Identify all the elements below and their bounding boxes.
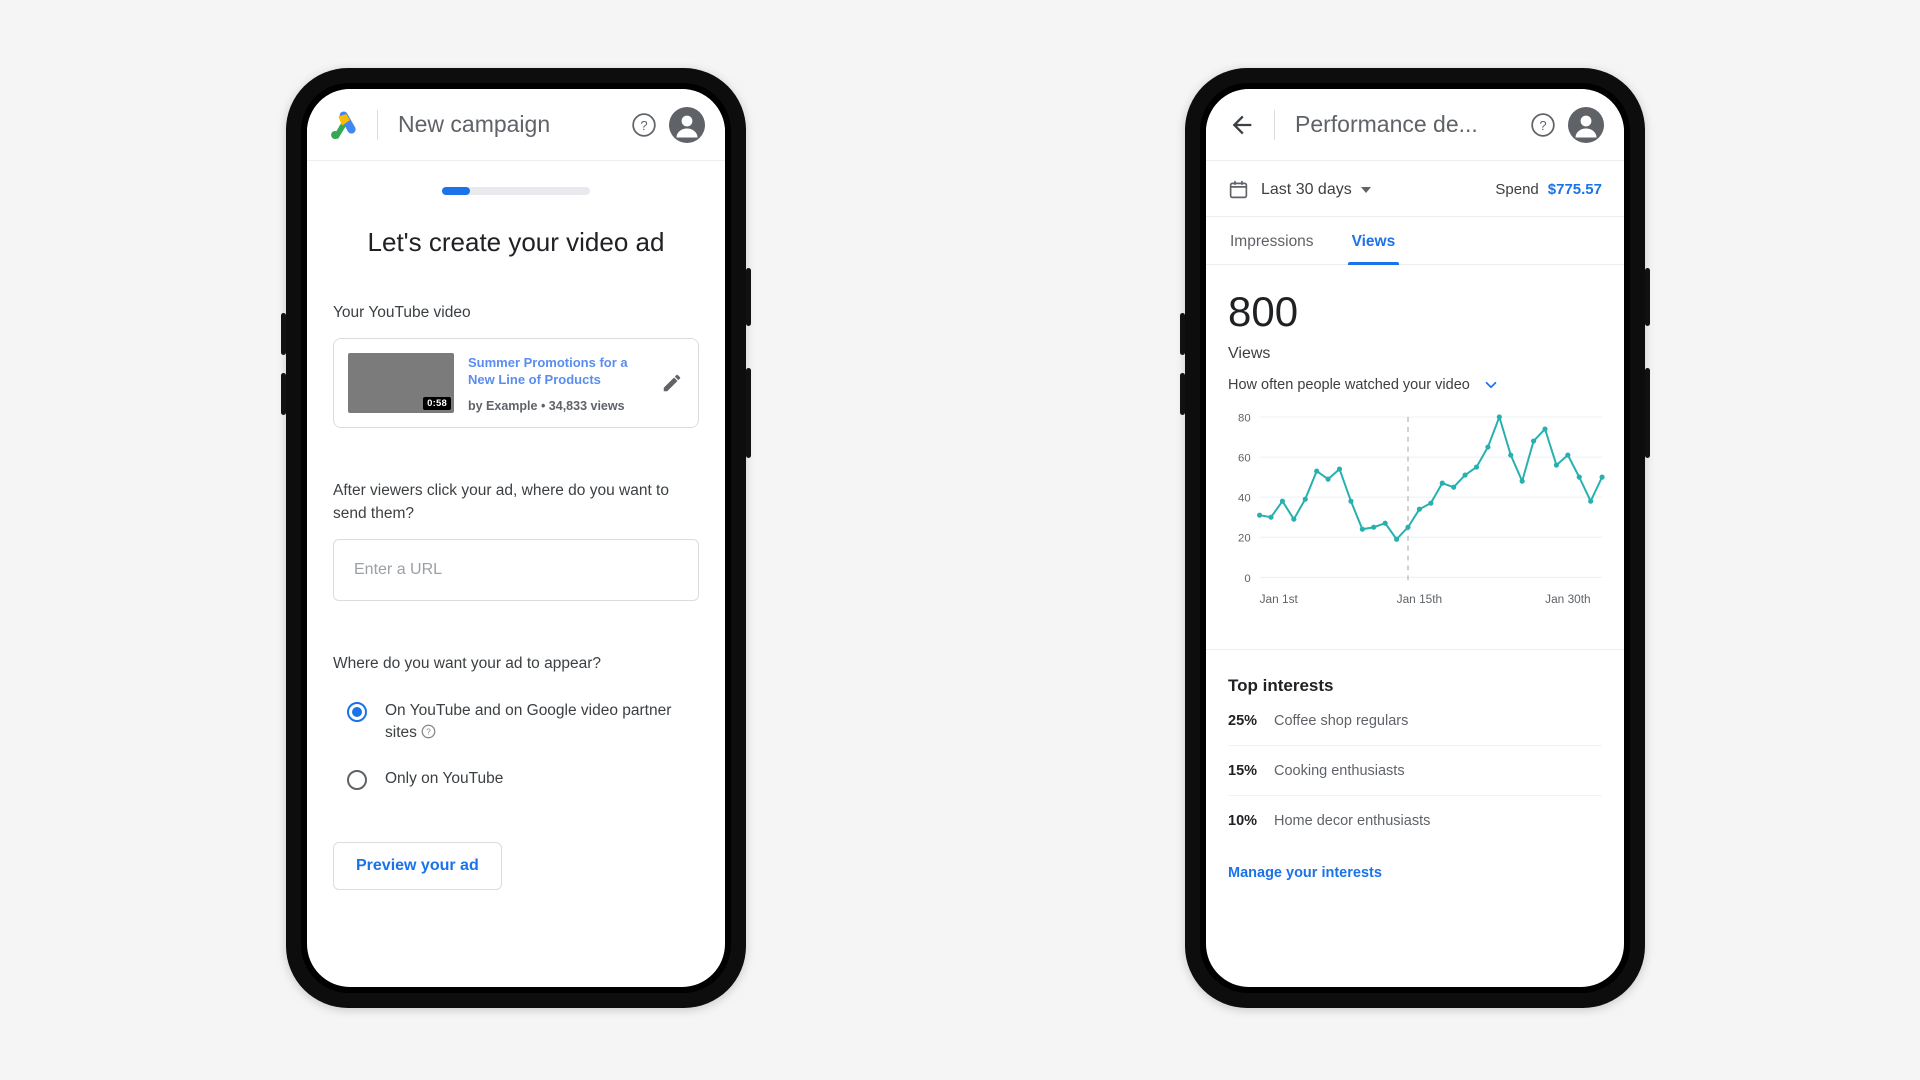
help-circle-icon[interactable]: ?: [1530, 112, 1556, 138]
interest-percent: 15%: [1228, 763, 1258, 779]
interest-percent: 10%: [1228, 813, 1258, 829]
phone-bezel-left: New campaign ? Let's create your video a…: [301, 83, 731, 993]
screen-left: New campaign ? Let's create your video a…: [307, 89, 725, 987]
top-interests-title: Top interests: [1228, 676, 1334, 695]
hero-title: Let's create your video ad: [367, 227, 665, 257]
account-avatar-icon[interactable]: [669, 106, 705, 143]
svg-text:20: 20: [1238, 533, 1251, 545]
svg-text:0: 0: [1244, 573, 1250, 585]
list-item: 15% Cooking enthusiasts: [1228, 746, 1602, 796]
video-subtitle: by Example • 34,833 views: [468, 399, 625, 414]
date-range-row: Last 30 days Spend $775.57: [1206, 161, 1624, 217]
phone-device-left: New campaign ? Let's create your video a…: [281, 68, 751, 1008]
video-meta: Summer Promotions for a New Line of Prod…: [468, 354, 644, 413]
metric-value: 800: [1228, 288, 1299, 335]
metric-summary: 800 Views How often people watched your …: [1206, 265, 1624, 394]
phone-bezel-right: Performance de... ? Last 30 days Spend $…: [1200, 83, 1630, 993]
metric-name: Views: [1228, 345, 1271, 362]
help-circle-icon[interactable]: ?: [631, 112, 657, 138]
volume-down-button[interactable]: [1180, 373, 1185, 415]
interest-name: Coffee shop regulars: [1274, 713, 1409, 729]
page-title: Performance de...: [1295, 111, 1478, 137]
power-button[interactable]: [1645, 268, 1650, 326]
progress-indicator: [307, 161, 725, 199]
account-avatar-icon[interactable]: [1568, 106, 1604, 143]
google-ads-logo: [329, 111, 359, 139]
video-duration-badge: 0:58: [423, 397, 451, 411]
list-item: 10% Home decor enthusiasts: [1228, 796, 1602, 845]
progress-fill: [442, 187, 470, 195]
appbar-right: Performance de... ?: [1206, 89, 1624, 161]
video-section-label: Your YouTube video: [333, 304, 471, 321]
manage-interests-link[interactable]: Manage your interests: [1228, 865, 1382, 881]
page-title: New campaign: [398, 111, 551, 137]
svg-text:?: ?: [426, 728, 431, 737]
volume-down-button[interactable]: [281, 373, 286, 415]
list-item: 25% Coffee shop regulars: [1228, 696, 1602, 746]
url-section-label: After viewers click your ad, where do yo…: [333, 482, 669, 522]
back-arrow-icon[interactable]: [1228, 111, 1256, 139]
metric-description: How often people watched your video: [1228, 377, 1470, 393]
tab-views[interactable]: Views: [1347, 217, 1399, 265]
phone-device-right: Performance de... ? Last 30 days Spend $…: [1180, 68, 1650, 1008]
svg-text:Jan 30th: Jan 30th: [1545, 592, 1591, 606]
power-button[interactable]: [746, 268, 751, 326]
interest-name: Cooking enthusiasts: [1274, 763, 1405, 779]
radio-label-youtube-and-partners: On YouTube and on Google video partner s…: [385, 700, 699, 744]
side-button[interactable]: [746, 368, 751, 458]
placement-section-label: Where do you want your ad to appear?: [333, 655, 601, 673]
chart-canvas: 0 20 40 60 80 Jan 1st Jan 15th Jan 30th: [1238, 412, 1605, 606]
svg-text:?: ?: [640, 117, 647, 132]
metric-tabs: Impressions Views: [1206, 217, 1624, 265]
screen-right: Performance de... ? Last 30 days Spend $…: [1206, 89, 1624, 987]
top-interests-section: Top interests 25% Coffee shop regulars 1…: [1206, 650, 1624, 882]
svg-text:60: 60: [1238, 453, 1251, 465]
svg-text:Jan 1st: Jan 1st: [1260, 592, 1299, 606]
volume-up-button[interactable]: [1180, 313, 1185, 355]
views-line-chart: 0 20 40 60 80 Jan 1st Jan 15th Jan 30th: [1206, 394, 1624, 623]
chevron-down-icon[interactable]: [1482, 376, 1500, 394]
appbar-divider: [1274, 109, 1275, 140]
radio-label-youtube-only: Only on YouTube: [385, 769, 504, 787]
svg-text:Jan 15th: Jan 15th: [1397, 592, 1443, 606]
page-root: New campaign ? Let's create your video a…: [0, 0, 1920, 1080]
radio-option-youtube-and-partners[interactable]: On YouTube and on Google video partner s…: [333, 700, 699, 744]
tab-impressions[interactable]: Impressions: [1228, 217, 1316, 264]
date-range-label[interactable]: Last 30 days: [1261, 181, 1352, 199]
radio-button-unselected[interactable]: [347, 769, 367, 790]
svg-text:80: 80: [1238, 412, 1251, 424]
calendar-icon: [1228, 179, 1249, 200]
progress-track: [442, 187, 590, 195]
video-thumbnail: 0:58: [348, 353, 454, 414]
appbar-left: New campaign ?: [307, 89, 725, 161]
radio-button-selected[interactable]: [347, 701, 367, 722]
pencil-edit-icon[interactable]: [658, 369, 686, 397]
svg-text:40: 40: [1238, 493, 1251, 505]
radio-option-youtube-only[interactable]: Only on YouTube: [333, 768, 699, 790]
preview-your-ad-button[interactable]: Preview your ad: [333, 841, 502, 890]
video-title[interactable]: Summer Promotions for a New Line of Prod…: [468, 354, 644, 388]
spend-label: Spend: [1495, 181, 1539, 198]
volume-up-button[interactable]: [281, 313, 286, 355]
spend-value: $775.57: [1547, 181, 1602, 198]
interest-name: Home decor enthusiasts: [1274, 813, 1431, 829]
selected-video-card[interactable]: 0:58 Summer Promotions for a New Line of…: [333, 338, 699, 429]
caret-down-icon[interactable]: [1360, 186, 1371, 193]
side-button[interactable]: [1645, 368, 1650, 458]
left-form-body: Your YouTube video 0:58 Summer Promotion…: [307, 302, 725, 890]
metric-description-row[interactable]: How often people watched your video: [1228, 376, 1602, 394]
appbar-divider: [377, 109, 378, 140]
interest-percent: 25%: [1228, 713, 1258, 729]
destination-url-input[interactable]: [333, 539, 699, 602]
svg-text:?: ?: [1539, 117, 1546, 132]
help-circle-icon[interactable]: ?: [421, 724, 436, 739]
